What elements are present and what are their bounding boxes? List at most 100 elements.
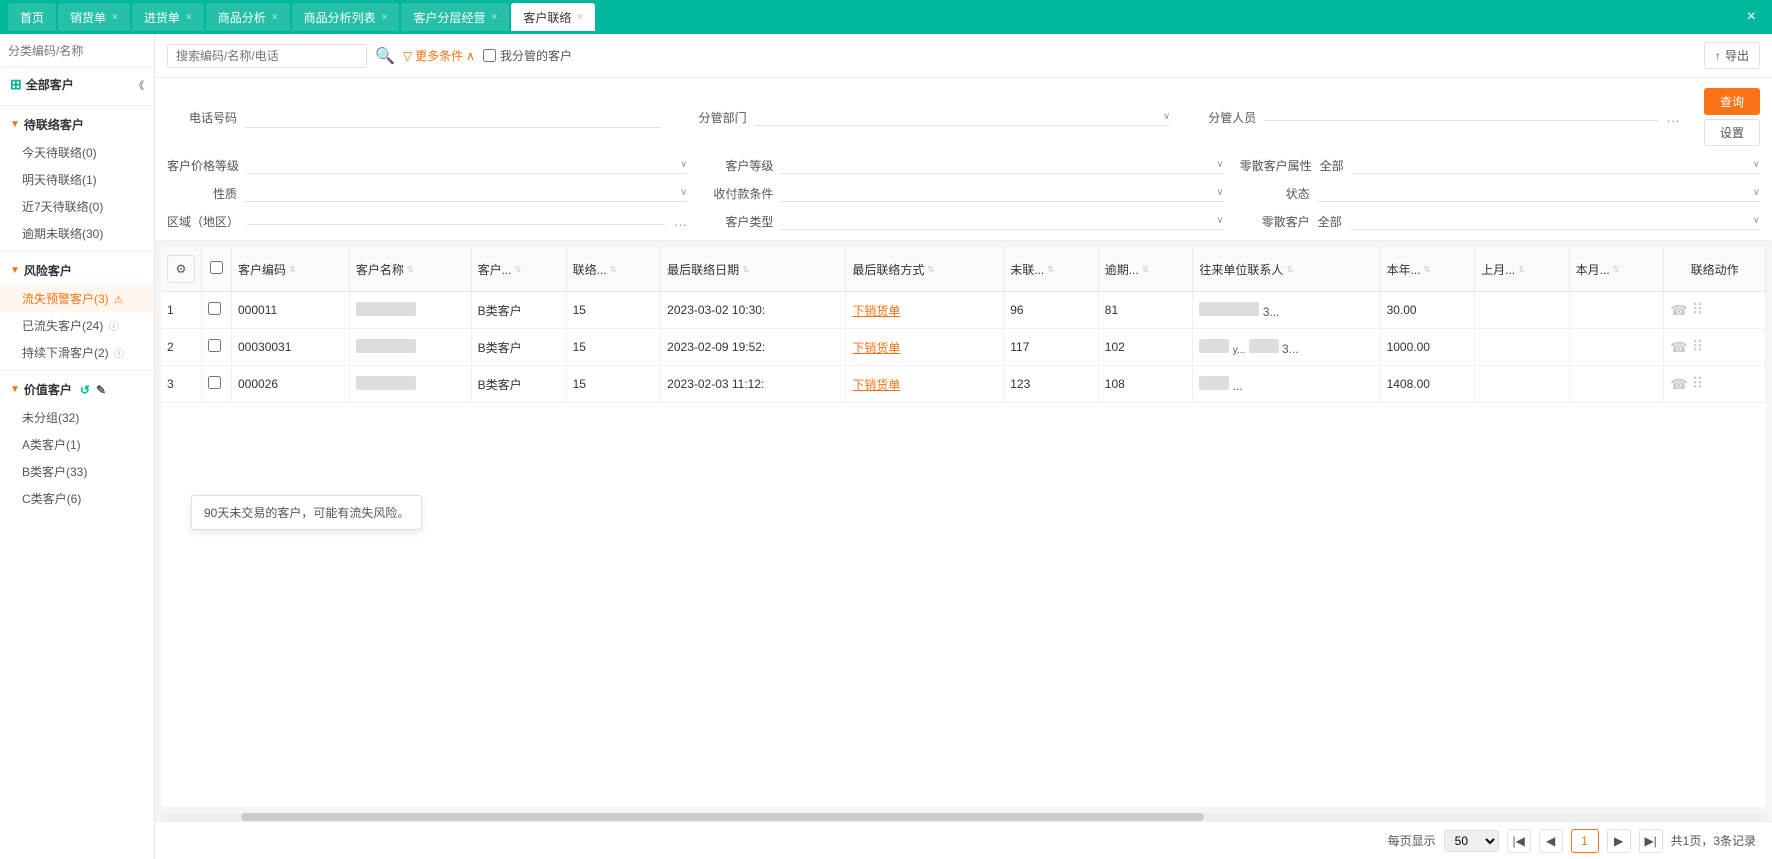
last-contact-type-link[interactable]: 下销货单 [852, 378, 900, 392]
th-this-year[interactable]: 本年... ⇅ [1380, 247, 1475, 292]
select-all-checkbox[interactable] [210, 261, 223, 274]
sidebar-item-churned[interactable]: 已流失客户(24) ⓘ [0, 312, 154, 339]
tab-home[interactable]: 首页 [8, 3, 56, 31]
th-name[interactable]: 客户名称 ⇅ [349, 247, 471, 292]
td-checkbox[interactable] [202, 329, 232, 366]
nature-select[interactable]: ∨ [245, 184, 687, 202]
th-category[interactable]: 客户... ⇅ [471, 247, 566, 292]
region-more-icon[interactable]: … [673, 213, 687, 229]
last-page-button[interactable]: ▶| [1639, 829, 1663, 853]
row-checkbox[interactable] [208, 302, 221, 315]
action-more-icon[interactable]: ⠿ [1692, 300, 1704, 320]
cat-sort[interactable]: 客户... ⇅ [478, 261, 560, 278]
sidebar-group-risk[interactable]: ▼ 风险客户 [0, 256, 154, 285]
tab-close-icon[interactable]: × [272, 12, 278, 23]
first-page-button[interactable]: |◀ [1507, 829, 1531, 853]
th-last-date[interactable]: 最后联络日期 ⇅ [661, 247, 846, 292]
sidebar-item-declining[interactable]: 持续下滑客户(2) ⓘ [0, 339, 154, 366]
scroll-thumb[interactable] [241, 813, 1204, 821]
th-checkbox[interactable] [202, 247, 232, 292]
action-contact-icon[interactable]: ☎ [1670, 339, 1687, 356]
sidebar-item-c-class[interactable]: C类客户(6) [0, 485, 154, 512]
per-page-select[interactable]: 50 100 200 [1444, 830, 1499, 852]
sidebar-root[interactable]: ⊞ 全部客户 《 [0, 68, 154, 101]
th-overdue[interactable]: 逾期... ⇅ [1098, 247, 1193, 292]
th-settings[interactable]: ⚙ [161, 247, 202, 292]
th-this-month[interactable]: 本月... ⇅ [1569, 247, 1664, 292]
td-checkbox[interactable] [202, 292, 232, 329]
filter-search-input[interactable] [167, 44, 367, 68]
my-customers-checkbox[interactable] [483, 49, 496, 62]
last-date-sort[interactable]: 最后联络日期 ⇅ [667, 261, 839, 278]
sidebar-item-overdue[interactable]: 逾期未联络(30) [0, 220, 154, 247]
action-more-icon[interactable]: ⠿ [1692, 374, 1704, 394]
action-contact-icon[interactable]: ☎ [1670, 376, 1687, 393]
sidebar-item-ungrouped[interactable]: 未分组(32) [0, 404, 154, 431]
window-close-button[interactable]: × [1739, 8, 1764, 26]
tab-close-icon[interactable]: × [112, 12, 118, 23]
uncontacted-sort[interactable]: 未联... ⇅ [1010, 261, 1092, 278]
person-select[interactable] [1264, 114, 1658, 121]
sidebar-item-tomorrow[interactable]: 明天待联络(1) [0, 166, 154, 193]
last-month-sort[interactable]: 上月... ⇅ [1481, 261, 1563, 278]
th-contact-person[interactable]: 往来单位联系人 ⇅ [1193, 247, 1380, 292]
code-sort[interactable]: 客户编码 ⇅ [238, 261, 343, 278]
zero-customer-select[interactable]: ∨ [1350, 212, 1760, 230]
horizontal-scrollbar[interactable] [161, 813, 1766, 821]
refresh-icon[interactable]: ↺ [80, 383, 90, 397]
status-select[interactable]: ∨ [1318, 184, 1760, 202]
row-checkbox[interactable] [208, 376, 221, 389]
last-contact-type-link[interactable]: 下销货单 [852, 304, 900, 318]
more-conditions-button[interactable]: ▽ 更多条件 ∧ [403, 47, 475, 64]
tab-sales[interactable]: 销货单 × [58, 3, 130, 31]
last-contact-type-link[interactable]: 下销货单 [852, 341, 900, 355]
tab-customer-tier[interactable]: 客户分层经营 × [401, 3, 509, 31]
th-uncontacted[interactable]: 未联... ⇅ [1004, 247, 1099, 292]
th-last-month[interactable]: 上月... ⇅ [1475, 247, 1570, 292]
name-sort[interactable]: 客户名称 ⇅ [356, 261, 465, 278]
sidebar-group-value[interactable]: ▼ 价值客户 ↺ ✎ [0, 375, 154, 404]
tab-analysis-list[interactable]: 商品分析列表 × [292, 3, 400, 31]
phone-input[interactable] [245, 107, 661, 128]
tab-analysis[interactable]: 商品分析 × [206, 3, 290, 31]
contact-person-sort[interactable]: 往来单位联系人 ⇅ [1199, 261, 1373, 278]
overdue-sort[interactable]: 逾期... ⇅ [1105, 261, 1187, 278]
this-month-sort[interactable]: 本月... ⇅ [1576, 261, 1658, 278]
action-more-icon[interactable]: ⠿ [1692, 337, 1704, 357]
export-button[interactable]: ↑ 导出 [1704, 42, 1760, 69]
region-select[interactable] [247, 218, 665, 225]
customer-level-select[interactable]: ∨ [781, 156, 1223, 174]
filter-search-button[interactable]: 🔍 [375, 46, 395, 66]
sidebar-item-7days[interactable]: 近7天待联络(0) [0, 193, 154, 220]
th-contact[interactable]: 联络... ⇅ [566, 247, 661, 292]
tab-close-icon[interactable]: × [491, 12, 497, 23]
table-settings-icon[interactable]: ⚙ [167, 255, 195, 283]
zero-attr-select[interactable]: ∨ [1352, 156, 1760, 174]
td-checkbox[interactable] [202, 366, 232, 403]
row-checkbox[interactable] [208, 339, 221, 352]
payment-select[interactable]: ∨ [781, 184, 1223, 202]
prev-page-button[interactable]: ◀ [1539, 829, 1563, 853]
edit-icon[interactable]: ✎ [96, 383, 106, 397]
price-select[interactable]: ∨ [247, 156, 687, 174]
sidebar-item-b-class[interactable]: B类客户(33) [0, 458, 154, 485]
sidebar-item-a-class[interactable]: A类客户(1) [0, 431, 154, 458]
th-last-type[interactable]: 最后联络方式 ⇅ [846, 247, 1004, 292]
action-contact-icon[interactable]: ☎ [1670, 302, 1687, 319]
sidebar-search-input[interactable] [8, 44, 155, 58]
next-page-button[interactable]: ▶ [1607, 829, 1631, 853]
sidebar-group-pending[interactable]: ▼ 待联络客户 [0, 110, 154, 139]
sidebar-item-today[interactable]: 今天待联络(0) [0, 139, 154, 166]
last-type-sort[interactable]: 最后联络方式 ⇅ [852, 261, 997, 278]
contact-sort[interactable]: 联络... ⇅ [573, 261, 655, 278]
settings-button[interactable]: 设置 [1704, 119, 1760, 146]
tab-purchase[interactable]: 进货单 × [132, 3, 204, 31]
dept-select[interactable]: ∨ [755, 108, 1171, 126]
more-options-icon[interactable]: … [1666, 109, 1680, 125]
tab-close-icon[interactable]: × [382, 12, 388, 23]
tab-close-icon[interactable]: × [577, 12, 583, 23]
query-button[interactable]: 查询 [1704, 88, 1760, 115]
type-select[interactable]: ∨ [781, 212, 1223, 230]
sidebar-item-churn-warning[interactable]: 流失预警客户(3) ⚠ [0, 285, 154, 312]
tab-customer-contact[interactable]: 客户联络 × [511, 3, 595, 31]
